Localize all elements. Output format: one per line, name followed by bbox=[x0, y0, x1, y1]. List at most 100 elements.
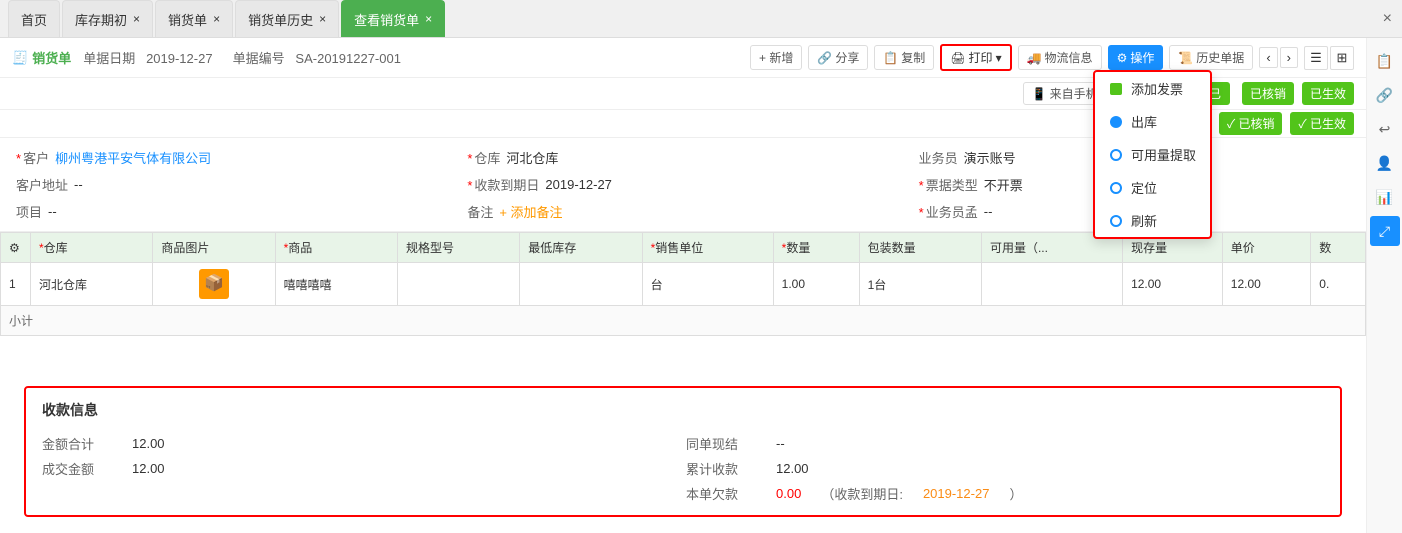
payment-row-4: 累计收款 12.00 bbox=[686, 459, 1324, 478]
total-received-label: 累计收款 bbox=[686, 459, 756, 478]
outstanding-value: 0.00 bbox=[776, 486, 801, 501]
row-other: 0. bbox=[1311, 263, 1366, 306]
row-available bbox=[981, 263, 1122, 306]
due-date-label: 收款到期日 bbox=[467, 175, 539, 194]
staff-label: 业务员 bbox=[919, 148, 958, 167]
share-button[interactable]: 🔗 分享 bbox=[808, 45, 868, 70]
menu-locate[interactable]: 定位 bbox=[1095, 171, 1210, 204]
ticket-type-value: 不开票 bbox=[984, 175, 1023, 194]
tab-home[interactable]: 首页 bbox=[8, 0, 60, 37]
col-product: *商品 bbox=[275, 233, 397, 263]
menu-available-qty[interactable]: 可用量提取 bbox=[1095, 138, 1210, 171]
tab-view-sales[interactable]: 查看销货单 × bbox=[341, 0, 445, 37]
payment-row-1: 金额合计 12.00 bbox=[42, 434, 680, 453]
row-current: 12.00 bbox=[1123, 263, 1223, 306]
row-price: 12.00 bbox=[1222, 263, 1310, 306]
outstanding-suffix: （收款到期日: bbox=[821, 484, 903, 503]
amount-total-label: 金额合计 bbox=[42, 434, 112, 453]
menu-add-invoice[interactable]: 添加发票 bbox=[1095, 72, 1210, 105]
right-sidebar: 📋 🔗 ↩ 👤 📊 ⤢ bbox=[1366, 38, 1402, 533]
mobile-icon: 📱 bbox=[1032, 87, 1047, 101]
window-close-button[interactable]: × bbox=[1383, 10, 1392, 28]
locate-icon bbox=[1109, 181, 1123, 195]
menu-outbound[interactable]: 出库 bbox=[1095, 105, 1210, 138]
col-settings[interactable]: ⚙ bbox=[1, 233, 31, 263]
col-qty: *数量 bbox=[773, 233, 859, 263]
logistics-button[interactable]: 🚚 物流信息 bbox=[1018, 45, 1102, 70]
sidebar-back-icon[interactable]: ↩ bbox=[1370, 114, 1400, 144]
menu-refresh[interactable]: 刷新 bbox=[1095, 204, 1210, 237]
col-pack: 包装数量 bbox=[859, 233, 981, 263]
table-row: 1 河北仓库 📦 嘻嘻嘻嘻 台 1.00 1台 12.00 12.00 bbox=[1, 263, 1366, 306]
address-field: 客户地址 -- bbox=[16, 175, 447, 194]
doc-type-label: 销货单 bbox=[32, 48, 71, 67]
print-dropdown-icon: ▾ bbox=[996, 51, 1002, 65]
history-button[interactable]: 📜 历史单据 bbox=[1169, 45, 1253, 70]
row-qty: 1.00 bbox=[773, 263, 859, 306]
col-unit: *销售单位 bbox=[642, 233, 773, 263]
warehouse-value: 河北仓库 bbox=[506, 148, 558, 167]
sidebar-doc-icon[interactable]: 📋 bbox=[1370, 46, 1400, 76]
tab-sales-history-close[interactable]: × bbox=[319, 12, 326, 26]
already-verified-btn[interactable]: ✓ 已核销 bbox=[1219, 112, 1283, 135]
sidebar-user-icon[interactable]: 👤 bbox=[1370, 148, 1400, 178]
nav-prev[interactable]: ‹ bbox=[1259, 47, 1277, 68]
customer-label: 客户 bbox=[16, 148, 49, 167]
col-min-stock: 最低库存 bbox=[520, 233, 642, 263]
tab-sales-history[interactable]: 销货单历史 × bbox=[235, 0, 339, 37]
doc-number-label: 单据编号 SA-20191227-001 bbox=[233, 48, 401, 67]
payment-section: 收款信息 金额合计 12.00 成交金额 12.00 同单现结 -- bbox=[0, 378, 1366, 533]
verified-button[interactable]: 已核销 bbox=[1242, 82, 1294, 105]
outbound-icon bbox=[1109, 115, 1123, 129]
row-product: 嘻嘻嘻嘻 bbox=[275, 263, 397, 306]
tab-sales-order-close[interactable]: × bbox=[213, 12, 220, 26]
tab-inventory-init[interactable]: 库存期初 × bbox=[62, 0, 153, 37]
payment-left: 金额合计 12.00 成交金额 12.00 bbox=[42, 434, 680, 503]
products-table: ⚙ *仓库 商品图片 *商品 规格型号 最低库存 *销售单位 *数量 包装数量 … bbox=[0, 232, 1366, 336]
ticket-type-label: 票据类型 bbox=[919, 175, 978, 194]
payment-title: 收款信息 bbox=[42, 400, 1324, 420]
col-image: 商品图片 bbox=[153, 233, 275, 263]
copy-button[interactable]: 📋 复制 bbox=[874, 45, 934, 70]
due-date-field: 收款到期日 2019-12-27 bbox=[467, 175, 898, 194]
layout-list-icon[interactable]: ☰ bbox=[1304, 46, 1328, 70]
col-warehouse: *仓库 bbox=[31, 233, 153, 263]
tab-view-sales-label: 查看销货单 bbox=[354, 10, 419, 29]
tab-home-label: 首页 bbox=[21, 10, 47, 29]
layout-grid-icon[interactable]: ⊞ bbox=[1330, 46, 1354, 70]
tab-inventory-init-close[interactable]: × bbox=[133, 12, 140, 26]
doc-date-value: 2019-12-27 bbox=[146, 51, 213, 66]
tab-sales-history-label: 销货单历史 bbox=[248, 10, 313, 29]
project-value: -- bbox=[48, 204, 57, 219]
new-button[interactable]: + 新增 bbox=[750, 45, 802, 70]
print-button[interactable]: 🖨 打印 ▾ bbox=[940, 44, 1011, 71]
tab-inventory-init-label: 库存期初 bbox=[75, 10, 127, 29]
sidebar-chart-icon[interactable]: 📊 bbox=[1370, 182, 1400, 212]
due-date-value: 2019-12-27 bbox=[545, 177, 612, 192]
print-icon: 🖨 bbox=[950, 51, 965, 65]
share-icon: 🔗 bbox=[817, 51, 832, 65]
effective-button[interactable]: 已生效 bbox=[1302, 82, 1354, 105]
layout-icons: ☰ ⊞ bbox=[1304, 46, 1354, 70]
available-qty-icon bbox=[1109, 148, 1123, 162]
sales-staff-label: 业务员孟 bbox=[919, 202, 978, 221]
customer-field: 客户 柳州粤港平安气体有限公司 bbox=[16, 148, 447, 167]
col-other: 数 bbox=[1311, 233, 1366, 263]
already-effective-btn[interactable]: ✓ 已生效 bbox=[1290, 112, 1354, 135]
doc-actions: + 新增 🔗 分享 📋 复制 🖨 打印 ▾ 🚚 物流信息 bbox=[750, 44, 1354, 71]
same-settle-value: -- bbox=[776, 436, 785, 451]
nav-next[interactable]: › bbox=[1280, 47, 1298, 68]
add-invoice-label: 添加发票 bbox=[1131, 79, 1183, 98]
ops-button[interactable]: ⚙ 操作 bbox=[1108, 45, 1164, 70]
col-price: 单价 bbox=[1222, 233, 1310, 263]
outstanding-label: 本单欠款 bbox=[686, 484, 756, 503]
warehouse-field: 仓库 河北仓库 bbox=[467, 148, 898, 167]
tab-sales-order[interactable]: 销货单 × bbox=[155, 0, 233, 37]
customer-value[interactable]: 柳州粤港平安气体有限公司 bbox=[55, 148, 211, 167]
tab-bar: 首页 库存期初 × 销货单 × 销货单历史 × 查看销货单 × × bbox=[0, 0, 1402, 38]
warehouse-label: 仓库 bbox=[467, 148, 500, 167]
sidebar-link-icon[interactable]: 🔗 bbox=[1370, 80, 1400, 110]
add-note-btn[interactable]: + 添加备注 bbox=[499, 202, 562, 221]
tab-view-sales-close[interactable]: × bbox=[425, 12, 432, 26]
sidebar-expand-icon[interactable]: ⤢ bbox=[1370, 216, 1400, 246]
